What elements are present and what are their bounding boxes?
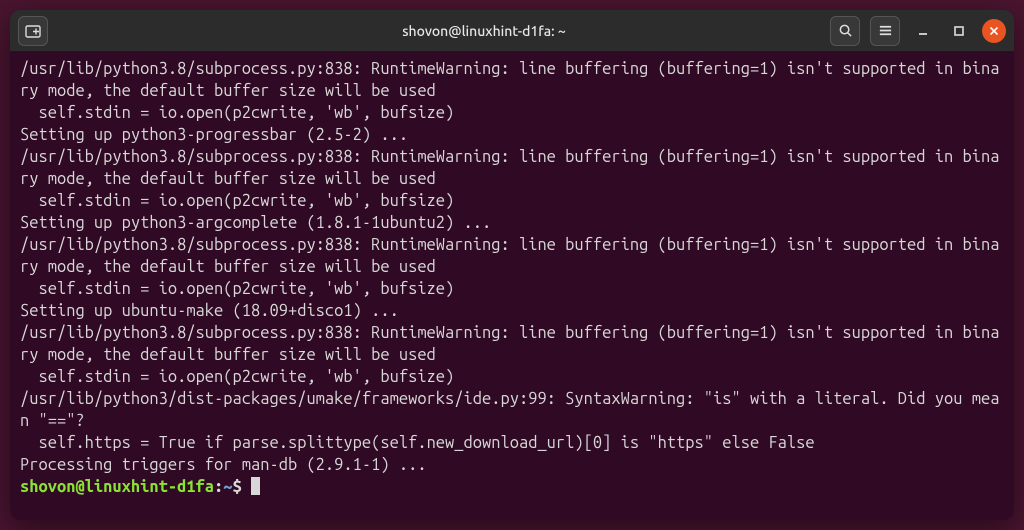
prompt-symbol: $: [233, 478, 242, 496]
window-title: shovon@linuxhint-d1fa: ~: [138, 23, 830, 39]
titlebar-left: [18, 16, 138, 46]
prompt-separator: :: [214, 478, 223, 496]
search-button[interactable]: [830, 16, 860, 46]
terminal-output[interactable]: /usr/lib/python3.8/subprocess.py:838: Ru…: [10, 52, 1014, 520]
minimize-icon: [917, 25, 929, 37]
output-line: self.stdin = io.open(p2cwrite, 'wb', buf…: [20, 368, 454, 386]
output-line: Setting up ubuntu-make (18.09+disco1) ..…: [20, 302, 399, 320]
output-line: self.https = True if parse.splittype(sel…: [20, 434, 815, 452]
terminal-window: shovon@linuxhint-d1fa: ~: [10, 10, 1014, 520]
output-line: Setting up python3-progressbar (2.5-2) .…: [20, 126, 408, 144]
output-line: /usr/lib/python3/dist-packages/umake/fra…: [20, 390, 999, 430]
close-button[interactable]: [982, 19, 1006, 43]
output-line: Processing triggers for man-db (2.9.1-1)…: [20, 456, 427, 474]
prompt-path: ~: [223, 478, 232, 496]
maximize-icon: [953, 25, 965, 37]
new-tab-button[interactable]: [18, 16, 48, 46]
titlebar-right: [830, 16, 1006, 46]
maximize-button[interactable]: [946, 16, 972, 46]
output-line: self.stdin = io.open(p2cwrite, 'wb', buf…: [20, 280, 454, 298]
cursor: [251, 477, 260, 495]
close-icon: [989, 26, 999, 36]
output-line: self.stdin = io.open(p2cwrite, 'wb', buf…: [20, 192, 454, 210]
output-line: /usr/lib/python3.8/subprocess.py:838: Ru…: [20, 148, 999, 188]
output-line: /usr/lib/python3.8/subprocess.py:838: Ru…: [20, 324, 999, 364]
hamburger-icon: [878, 23, 893, 38]
output-line: self.stdin = io.open(p2cwrite, 'wb', buf…: [20, 104, 454, 122]
prompt-user-host: shovon@linuxhint-d1fa: [20, 478, 214, 496]
menu-button[interactable]: [870, 16, 900, 46]
output-line: /usr/lib/python3.8/subprocess.py:838: Ru…: [20, 236, 999, 276]
output-line: Setting up python3-argcomplete (1.8.1-1u…: [20, 214, 491, 232]
output-line: /usr/lib/python3.8/subprocess.py:838: Ru…: [20, 60, 999, 100]
minimize-button[interactable]: [910, 16, 936, 46]
titlebar: shovon@linuxhint-d1fa: ~: [10, 10, 1014, 52]
new-tab-icon: [25, 23, 41, 39]
search-icon: [838, 23, 853, 38]
